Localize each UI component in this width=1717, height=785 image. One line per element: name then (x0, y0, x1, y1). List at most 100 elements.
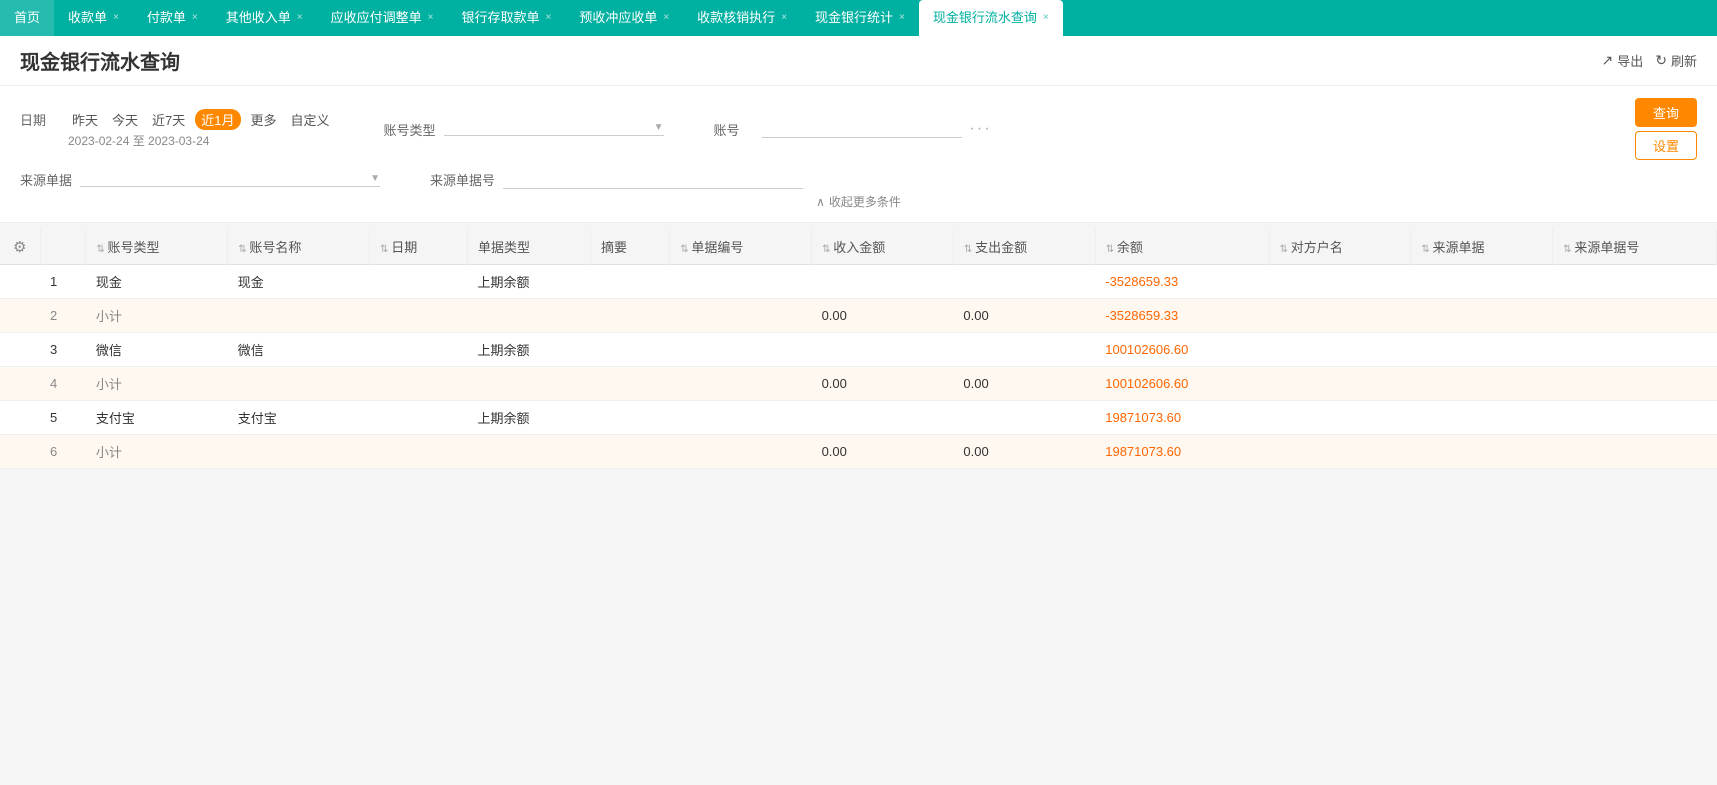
refresh-button[interactable]: ↻ 刷新 (1655, 51, 1697, 70)
td-index: 3 (40, 333, 86, 367)
account-type-label: 账号类型 (384, 120, 436, 139)
date-btn-custom[interactable]: 自定义 (287, 109, 334, 130)
td-expense (953, 265, 1095, 299)
col-income[interactable]: ⇅ 收入金额 (812, 229, 954, 265)
date-btn-1month[interactable]: 近1月 (195, 109, 240, 130)
td-balance: 19871073.60 (1095, 435, 1269, 469)
col-balance[interactable]: ⇅ 余额 (1095, 229, 1269, 265)
nav-bank-deposit[interactable]: 银行存取款单 × (447, 0, 565, 36)
td-gear (0, 299, 40, 333)
table-row: 6小计0.000.0019871073.60 (0, 435, 1717, 469)
collapse-bar[interactable]: ∧ 收起更多条件 (20, 193, 1697, 210)
td-date (370, 401, 468, 435)
td-source-doc-no (1553, 299, 1717, 333)
td-account-type: 小计 (86, 435, 228, 469)
td-doc-type (468, 435, 591, 469)
table-row: 2小计0.000.00-3528659.33 (0, 299, 1717, 333)
set-button[interactable]: 设置 (1635, 131, 1697, 160)
nav-cash-bank-stat[interactable]: 现金银行统计 × (801, 0, 919, 36)
td-balance: -3528659.33 (1095, 299, 1269, 333)
top-nav: 首页 收款单 × 付款单 × 其他收入单 × 应收应付调整单 × 银行存取款单 … (0, 0, 1717, 36)
account-type-select[interactable]: ▼ (444, 122, 664, 136)
td-balance: 100102606.60 (1095, 367, 1269, 401)
td-doc-no (670, 265, 812, 299)
td-source-doc-no (1553, 333, 1717, 367)
page-header: 现金银行流水查询 ↗ 导出 ↻ 刷新 (0, 36, 1717, 86)
col-account-type[interactable]: ⇅ 账号类型 (86, 229, 228, 265)
td-gear (0, 435, 40, 469)
td-summary (591, 265, 670, 299)
nav-cash-bank-flow[interactable]: 现金银行流水查询 × (919, 0, 1063, 36)
col-doc-no[interactable]: ⇅ 单据编号 (670, 229, 812, 265)
td-account-name: 支付宝 (228, 401, 370, 435)
td-summary (591, 299, 670, 333)
nav-other-income-label: 其他收入单 (226, 0, 291, 36)
col-counterparty[interactable]: ⇅ 对方户名 (1269, 229, 1411, 265)
nav-receipt-verify-label: 收款核销执行 (697, 0, 775, 36)
nav-receipt-verify[interactable]: 收款核销执行 × (683, 0, 801, 36)
nav-prepay-offset[interactable]: 预收冲应收单 × (565, 0, 683, 36)
table-row: 5支付宝支付宝上期余额19871073.60 (0, 401, 1717, 435)
td-account-name (228, 367, 370, 401)
col-expense[interactable]: ⇅ 支出金额 (953, 229, 1095, 265)
col-date[interactable]: ⇅ 日期 (370, 229, 468, 265)
account-type-dropdown-icon: ▼ (654, 122, 664, 133)
td-account-name (228, 299, 370, 333)
nav-cash-bank-flow-label: 现金银行流水查询 (933, 0, 1037, 36)
nav-receipt-close[interactable]: × (113, 0, 119, 36)
date-btn-yesterday[interactable]: 昨天 (68, 109, 102, 130)
collapse-label: 收起更多条件 (829, 193, 901, 210)
nav-home-label: 首页 (14, 0, 40, 36)
col-account-name[interactable]: ⇅ 账号名称 (228, 229, 370, 265)
nav-other-income-close[interactable]: × (297, 0, 303, 36)
nav-receipt-label: 收款单 (68, 0, 107, 36)
date-filter: 日期 昨天 今天 近7天 近1月 更多 自定义 2023-02-24 至 202… (20, 109, 334, 149)
td-doc-no (670, 401, 812, 435)
table-container: ⚙ ⇅ 账号类型 ⇅ 账号名称 ⇅ 日期 单据类型 摘要 ⇅ 单据编号 (0, 229, 1717, 469)
gear-icon[interactable]: ⚙ (13, 239, 26, 256)
table-body: 1现金现金上期余额-3528659.332小计0.000.00-3528659.… (0, 265, 1717, 469)
nav-payment-close[interactable]: × (192, 0, 198, 36)
nav-payable-adjust-close[interactable]: × (428, 0, 434, 36)
source-doc-select[interactable]: ▼ (80, 173, 380, 187)
action-buttons: 查询 设置 (1635, 98, 1697, 160)
col-source-doc[interactable]: ⇅ 来源单据 (1411, 229, 1553, 265)
nav-receipt[interactable]: 收款单 × (54, 0, 133, 36)
export-button[interactable]: ↗ 导出 (1602, 51, 1644, 70)
col-doc-type: 单据类型 (468, 229, 591, 265)
col-gear[interactable]: ⚙ (0, 229, 40, 265)
col-source-doc-no[interactable]: ⇅ 来源单据号 (1553, 229, 1717, 265)
td-summary (591, 401, 670, 435)
nav-payment[interactable]: 付款单 × (133, 0, 212, 36)
nav-prepay-offset-close[interactable]: × (663, 0, 669, 36)
nav-other-income[interactable]: 其他收入单 × (212, 0, 317, 36)
date-btn-today[interactable]: 今天 (108, 109, 142, 130)
account-more-icon[interactable]: ··· (970, 120, 992, 138)
nav-cash-bank-flow-close[interactable]: × (1043, 0, 1049, 36)
source-doc-no-input[interactable] (503, 171, 803, 189)
td-summary (591, 435, 670, 469)
col-account-name-sort-icon: ⇅ (238, 244, 249, 255)
header-actions: ↗ 导出 ↻ 刷新 (1602, 51, 1698, 70)
td-source-doc (1411, 299, 1553, 333)
td-gear (0, 367, 40, 401)
td-gear (0, 401, 40, 435)
td-date (370, 367, 468, 401)
td-source-doc-no (1553, 401, 1717, 435)
nav-payable-adjust[interactable]: 应收应付调整单 × (317, 0, 448, 36)
td-index: 2 (40, 299, 86, 333)
td-account-name: 微信 (228, 333, 370, 367)
account-input[interactable] (762, 120, 962, 138)
td-index: 6 (40, 435, 86, 469)
date-btn-7days[interactable]: 近7天 (148, 109, 189, 130)
refresh-label: 刷新 (1671, 51, 1697, 70)
td-account-type: 小计 (86, 367, 228, 401)
query-button[interactable]: 查询 (1635, 98, 1697, 127)
source-doc-no-filter: 来源单据号 (430, 170, 803, 189)
nav-home[interactable]: 首页 (0, 0, 54, 36)
nav-bank-deposit-close[interactable]: × (545, 0, 551, 36)
date-btn-more[interactable]: 更多 (247, 109, 281, 130)
source-doc-dropdown-icon: ▼ (370, 173, 380, 184)
nav-cash-bank-stat-close[interactable]: × (899, 0, 905, 36)
nav-receipt-verify-close[interactable]: × (781, 0, 787, 36)
